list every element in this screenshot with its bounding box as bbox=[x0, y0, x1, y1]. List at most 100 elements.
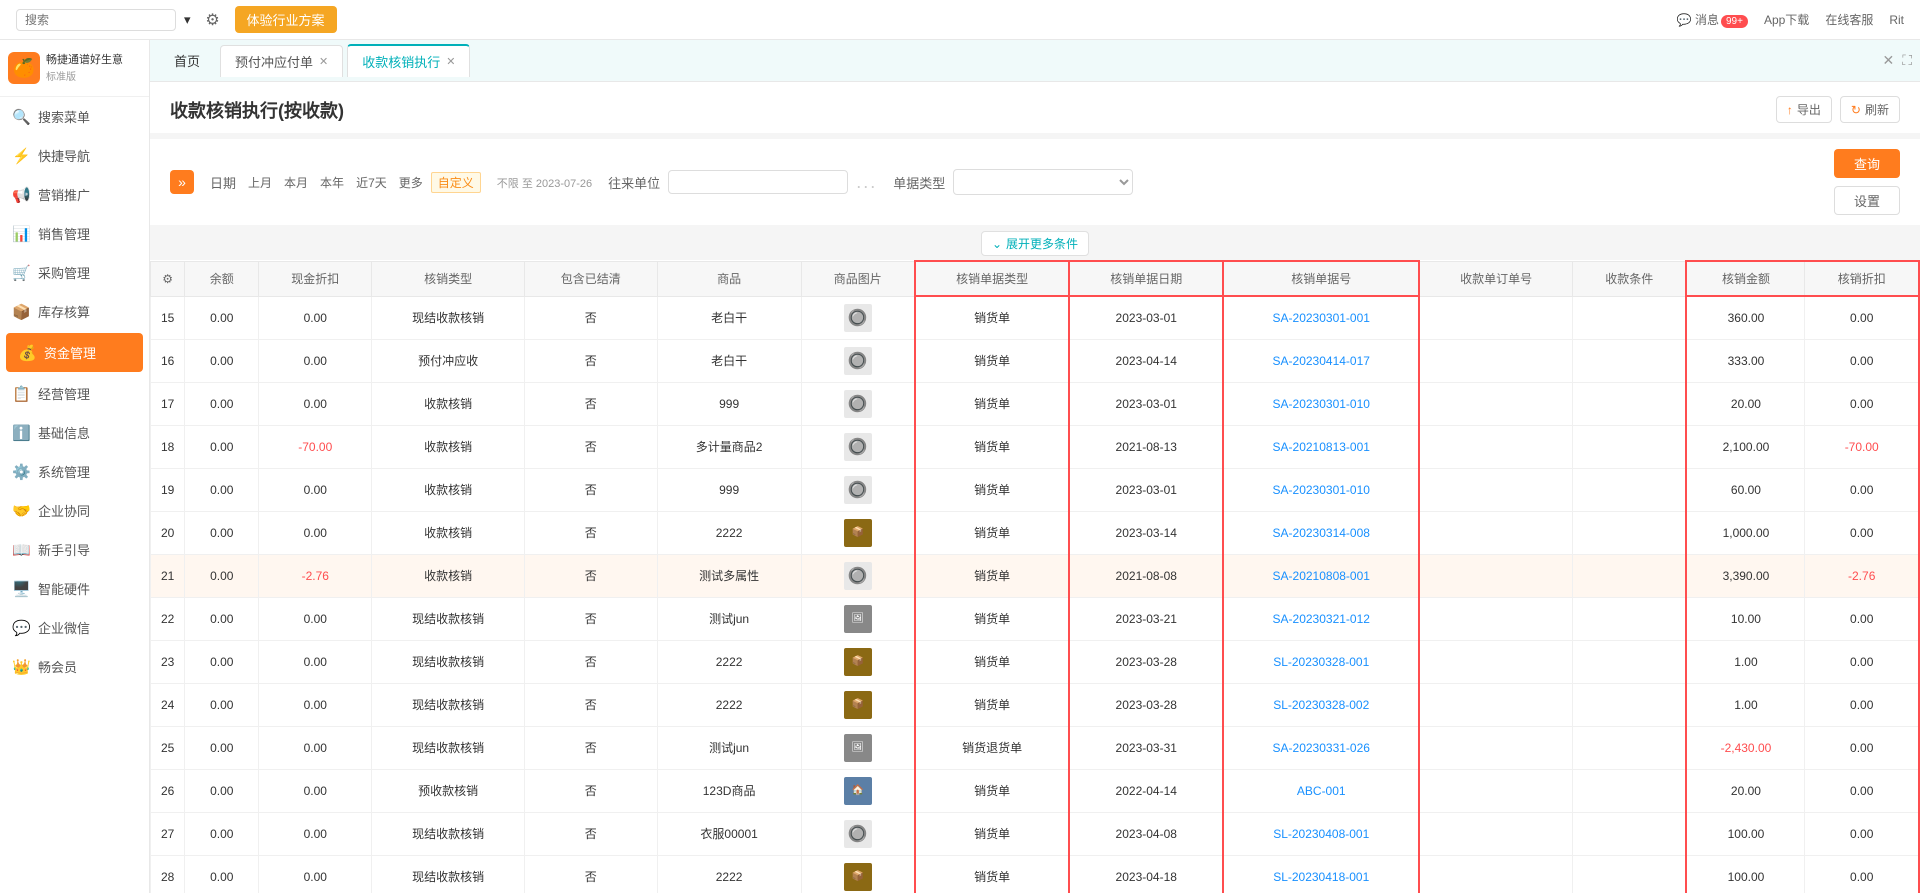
filter-collapse-button[interactable]: » bbox=[170, 170, 194, 194]
tab-home[interactable]: 首页 bbox=[158, 45, 216, 76]
sidebar-item-purchase[interactable]: 🛒 采购管理 bbox=[0, 253, 149, 292]
refresh-button[interactable]: ↻ 刷新 bbox=[1840, 96, 1900, 123]
sidebar-item-guide[interactable]: 📖 新手引导 bbox=[0, 530, 149, 569]
cell-bill-no[interactable]: SA-20230321-012 bbox=[1223, 597, 1419, 640]
sidebar-item-hardware[interactable]: 🖥️ 智能硬件 bbox=[0, 569, 149, 608]
sidebar-item-search[interactable]: 🔍 搜索菜单 bbox=[0, 97, 149, 136]
cell-goods-image: 🔘 bbox=[801, 554, 915, 597]
search-input[interactable] bbox=[16, 9, 176, 31]
trial-button[interactable]: 体验行业方案 bbox=[235, 6, 337, 33]
cell-bill-no[interactable]: SA-20230331-026 bbox=[1223, 726, 1419, 769]
date-custom[interactable]: 自定义 bbox=[431, 172, 481, 193]
query-button[interactable]: 查询 bbox=[1834, 149, 1900, 178]
bill-no-link[interactable]: SA-20230331-026 bbox=[1273, 741, 1370, 755]
goods-image-placeholder: 🔘 bbox=[844, 562, 872, 590]
cell-bill-no[interactable]: SL-20230408-001 bbox=[1223, 812, 1419, 855]
cell-bill-no[interactable]: SA-20210813-001 bbox=[1223, 425, 1419, 468]
bill-no-link[interactable]: SL-20230408-001 bbox=[1273, 827, 1369, 841]
bill-no-link[interactable]: ABC-001 bbox=[1297, 784, 1346, 798]
cell-bill-date: 2023-03-14 bbox=[1069, 511, 1223, 554]
filter-dots: ... bbox=[856, 172, 877, 193]
bill-no-link[interactable]: SL-20230418-001 bbox=[1273, 870, 1369, 884]
member-icon: 👑 bbox=[12, 658, 30, 676]
sidebar-item-basic[interactable]: ℹ️ 基础信息 bbox=[0, 413, 149, 452]
date-current-year[interactable]: 本年 bbox=[316, 172, 348, 193]
sidebar-label-nav: 快捷导航 bbox=[38, 146, 90, 165]
th-goods: 商品 bbox=[657, 261, 801, 296]
cell-include-cleared: 否 bbox=[524, 812, 657, 855]
cell-bill-type: 销货单 bbox=[915, 812, 1069, 855]
sidebar-item-finance[interactable]: 💰 资金管理 bbox=[6, 333, 143, 372]
bill-no-link[interactable]: SA-20230414-017 bbox=[1273, 354, 1370, 368]
cell-receipt-condition bbox=[1573, 855, 1687, 893]
tab-writeoff[interactable]: 收款核销执行 ✕ bbox=[347, 44, 470, 77]
sidebar-item-wechat[interactable]: 💬 企业微信 bbox=[0, 608, 149, 647]
sidebar-item-inventory[interactable]: 📦 库存核算 bbox=[0, 292, 149, 331]
cell-goods: 衣服00001 bbox=[657, 812, 801, 855]
bill-no-link[interactable]: SA-20230301-001 bbox=[1273, 311, 1370, 325]
cell-writeoff-type: 预付冲应收 bbox=[372, 339, 525, 382]
goods-image: 📦 bbox=[844, 691, 872, 719]
app-download-link[interactable]: App下载 bbox=[1764, 11, 1809, 28]
bill-no-link[interactable]: SA-20230314-008 bbox=[1273, 526, 1370, 540]
gear-button[interactable]: ⚙ bbox=[199, 6, 227, 34]
message-icon[interactable]: 💬 消息99+ bbox=[1677, 11, 1748, 28]
sidebar-item-operations[interactable]: 📋 经营管理 bbox=[0, 374, 149, 413]
sidebar-item-collab[interactable]: 🤝 企业协同 bbox=[0, 491, 149, 530]
cell-bill-no[interactable]: SA-20230414-017 bbox=[1223, 339, 1419, 382]
sidebar-item-nav[interactable]: ⚡ 快捷导航 bbox=[0, 136, 149, 175]
tab-prepay-close[interactable]: ✕ bbox=[319, 55, 328, 68]
date-recent-7[interactable]: 近7天 bbox=[352, 172, 391, 193]
table-header-row: ⚙ 余额 现金折扣 核销类型 包含已结清 商品 商品图片 核销单据类型 核销单据… bbox=[151, 261, 1920, 296]
cell-bill-no[interactable]: SL-20230328-002 bbox=[1223, 683, 1419, 726]
date-current-month[interactable]: 本月 bbox=[280, 172, 312, 193]
cell-bill-no[interactable]: SA-20230301-010 bbox=[1223, 382, 1419, 425]
cell-bill-no[interactable]: SL-20230328-001 bbox=[1223, 640, 1419, 683]
cell-writeoff-amount: 1,000.00 bbox=[1686, 511, 1804, 554]
th-settings[interactable]: ⚙ bbox=[151, 261, 185, 296]
expand-more-button[interactable]: ⌄ 展开更多条件 bbox=[981, 231, 1089, 256]
tab-expand-button[interactable]: ⛶ bbox=[1902, 52, 1912, 69]
cell-bill-no[interactable]: SA-20230314-008 bbox=[1223, 511, 1419, 554]
cell-receipt-condition bbox=[1573, 511, 1687, 554]
th-writeoff-type: 核销类型 bbox=[372, 261, 525, 296]
cell-bill-no[interactable]: SA-20210808-001 bbox=[1223, 554, 1419, 597]
settings-button[interactable]: 设置 bbox=[1834, 186, 1900, 215]
cell-bill-date: 2023-03-01 bbox=[1069, 382, 1223, 425]
cell-writeoff-discount: 0.00 bbox=[1805, 855, 1919, 893]
bill-no-link[interactable]: SA-20210813-001 bbox=[1273, 440, 1370, 454]
tab-prepay[interactable]: 预付冲应付单 ✕ bbox=[220, 45, 343, 77]
bill-no-link[interactable]: SA-20210808-001 bbox=[1273, 569, 1370, 583]
cell-bill-no[interactable]: SL-20230418-001 bbox=[1223, 855, 1419, 893]
bill-no-link[interactable]: SL-20230328-001 bbox=[1273, 655, 1369, 669]
bill-no-link[interactable]: SL-20230328-002 bbox=[1273, 698, 1369, 712]
tab-close-all-button[interactable]: ✕ bbox=[1882, 52, 1894, 69]
cell-bill-no[interactable]: SA-20230301-010 bbox=[1223, 468, 1419, 511]
sidebar-label-marketing: 营销推广 bbox=[38, 185, 90, 204]
cell-bill-date: 2023-03-21 bbox=[1069, 597, 1223, 640]
cell-bill-type: 销货退货单 bbox=[915, 726, 1069, 769]
sidebar-item-member[interactable]: 👑 畅会员 bbox=[0, 647, 149, 686]
bill-no-link[interactable]: SA-20230301-010 bbox=[1273, 397, 1370, 411]
sidebar-item-system[interactable]: ⚙️ 系统管理 bbox=[0, 452, 149, 491]
tab-writeoff-close[interactable]: ✕ bbox=[446, 55, 455, 68]
cell-cash-discount: -70.00 bbox=[259, 425, 372, 468]
bill-type-select[interactable] bbox=[953, 169, 1133, 195]
cell-writeoff-amount: 360.00 bbox=[1686, 296, 1804, 339]
cell-writeoff-type: 收款核销 bbox=[372, 468, 525, 511]
bill-no-link[interactable]: SA-20230301-010 bbox=[1273, 483, 1370, 497]
cell-include-cleared: 否 bbox=[524, 511, 657, 554]
counterpart-input[interactable] bbox=[668, 170, 848, 194]
cell-bill-type: 销货单 bbox=[915, 769, 1069, 812]
online-service-link[interactable]: 在线客服 bbox=[1825, 11, 1873, 28]
table-row: 24 0.00 0.00 现结收款核销 否 2222 📦 销货单 2023-03… bbox=[151, 683, 1920, 726]
export-button[interactable]: ↑ 导出 bbox=[1776, 96, 1832, 123]
refresh-icon: ↻ bbox=[1851, 103, 1861, 117]
sidebar-item-marketing[interactable]: 📢 营销推广 bbox=[0, 175, 149, 214]
cell-bill-no[interactable]: SA-20230301-001 bbox=[1223, 296, 1419, 339]
bill-no-link[interactable]: SA-20230321-012 bbox=[1273, 612, 1370, 626]
sidebar-item-sales[interactable]: 📊 销售管理 bbox=[0, 214, 149, 253]
date-more[interactable]: 更多 bbox=[395, 172, 427, 193]
date-prev-month[interactable]: 上月 bbox=[244, 172, 276, 193]
cell-bill-no[interactable]: ABC-001 bbox=[1223, 769, 1419, 812]
